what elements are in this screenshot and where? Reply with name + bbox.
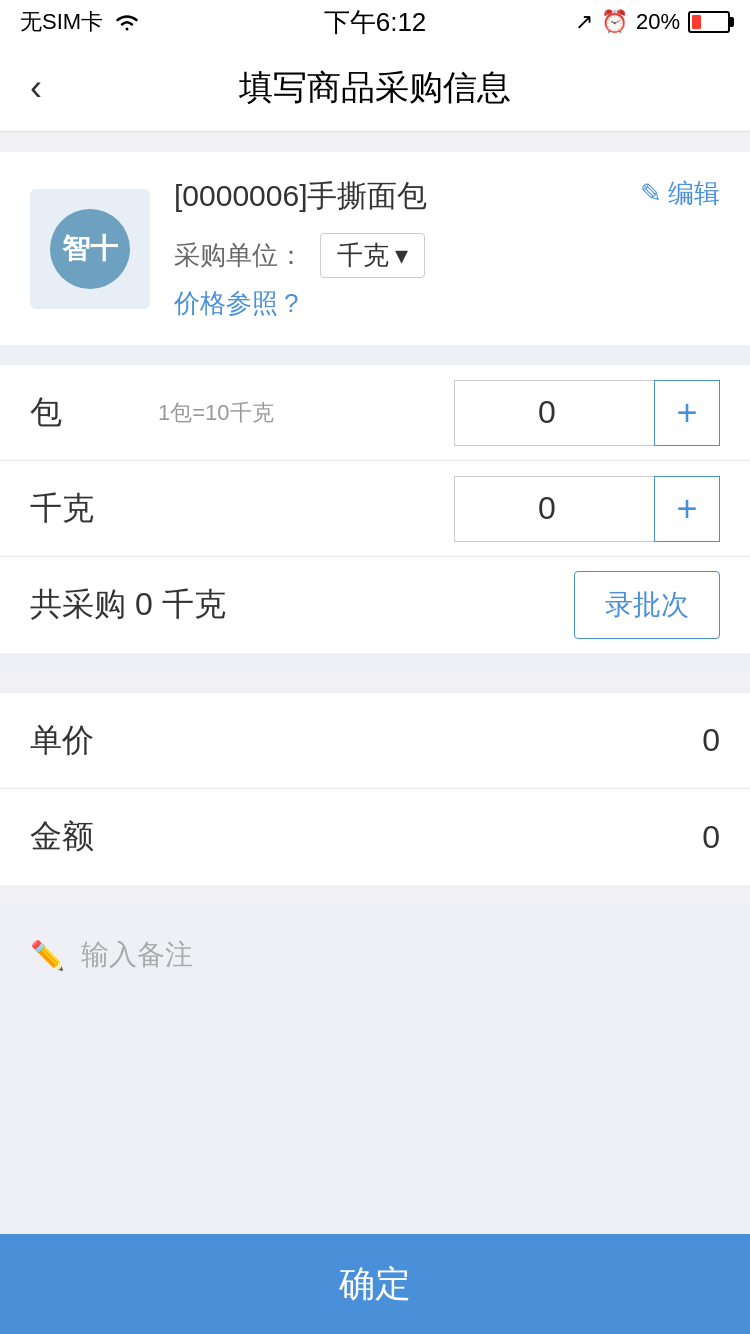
quantity-plus-bao[interactable]: + [654,380,720,446]
product-name: [0000006]手撕面包 [174,176,720,217]
quantity-input-bao[interactable] [454,380,654,446]
unit-select[interactable]: 千克 ▾ [320,233,425,278]
record-batch-button[interactable]: 录批次 [574,571,720,639]
page-title: 填写商品采购信息 [239,65,511,111]
price-ref-label: 价格参照 [174,286,278,321]
nav-bar: ‹ 填写商品采购信息 [0,44,750,132]
quantity-label-kg: 千克 [30,487,150,531]
unit-price-row: 单价 0 [0,693,750,789]
total-label: 共采购 0 千克 [30,583,226,627]
amount-label: 金额 [30,815,94,859]
quantity-row-kg: 千克 + [0,461,750,557]
unit-value: 千克 [337,238,389,273]
location-icon: ↗ [575,9,593,35]
quantity-input-wrap-kg: + [454,476,720,542]
status-time: 下午6:12 [324,5,427,40]
carrier-text: 无SIM卡 [20,7,103,37]
total-row: 共采购 0 千克 录批次 [0,557,750,653]
unit-price-value: 0 [702,722,720,759]
quantity-label-bao: 包 [30,391,150,435]
note-placeholder: 输入备注 [81,936,193,974]
product-info: [0000006]手撕面包 采购单位： 千克 ▾ 价格参照 ? [174,176,720,321]
note-section[interactable]: ✏️ 输入备注 [0,905,750,1005]
quantity-section: 包 1包=10千克 + 千克 + [0,365,750,557]
divider-2 [0,653,750,673]
battery-percent: 20% [636,9,680,35]
price-ref-button[interactable]: 价格参照 ? [174,286,720,321]
quantity-sub-bao: 1包=10千克 [158,398,274,428]
status-right: ↗ ⏰ 20% [575,9,730,35]
alarm-icon: ⏰ [601,9,628,35]
content-spacer [0,1005,750,1245]
pencil-icon: ✏️ [30,939,65,972]
quantity-input-kg[interactable] [454,476,654,542]
quantity-input-wrap-bao: + [454,380,720,446]
info-icon: ? [284,288,298,319]
edit-button[interactable]: ✎ 编辑 [640,176,720,211]
product-meta: 采购单位： 千克 ▾ [174,233,720,278]
edit-label: 编辑 [668,176,720,211]
quantity-row-bao: 包 1包=10千克 + [0,365,750,461]
product-logo: 智十 [50,209,130,289]
quantity-plus-kg[interactable]: + [654,476,720,542]
confirm-bar[interactable]: 确定 [0,1234,750,1334]
amount-value: 0 [702,819,720,856]
unit-price-label: 单价 [30,719,94,763]
battery-icon [688,11,730,33]
status-bar: 无SIM卡 下午6:12 ↗ ⏰ 20% [0,0,750,44]
amount-row: 金额 0 [0,789,750,885]
logo-text: 智十 [62,230,118,268]
product-card: 智十 [0000006]手撕面包 采购单位： 千克 ▾ 价格参照 ? ✎ 编辑 [0,152,750,345]
wifi-icon [113,11,141,33]
chevron-down-icon: ▾ [395,240,408,271]
price-section: 单价 0 金额 0 [0,693,750,885]
confirm-label: 确定 [339,1260,411,1309]
edit-icon: ✎ [640,178,662,209]
unit-label: 采购单位： [174,238,304,273]
product-image: 智十 [30,189,150,309]
divider-1 [0,345,750,365]
status-carrier: 无SIM卡 [20,7,141,37]
back-button[interactable]: ‹ [30,67,42,109]
